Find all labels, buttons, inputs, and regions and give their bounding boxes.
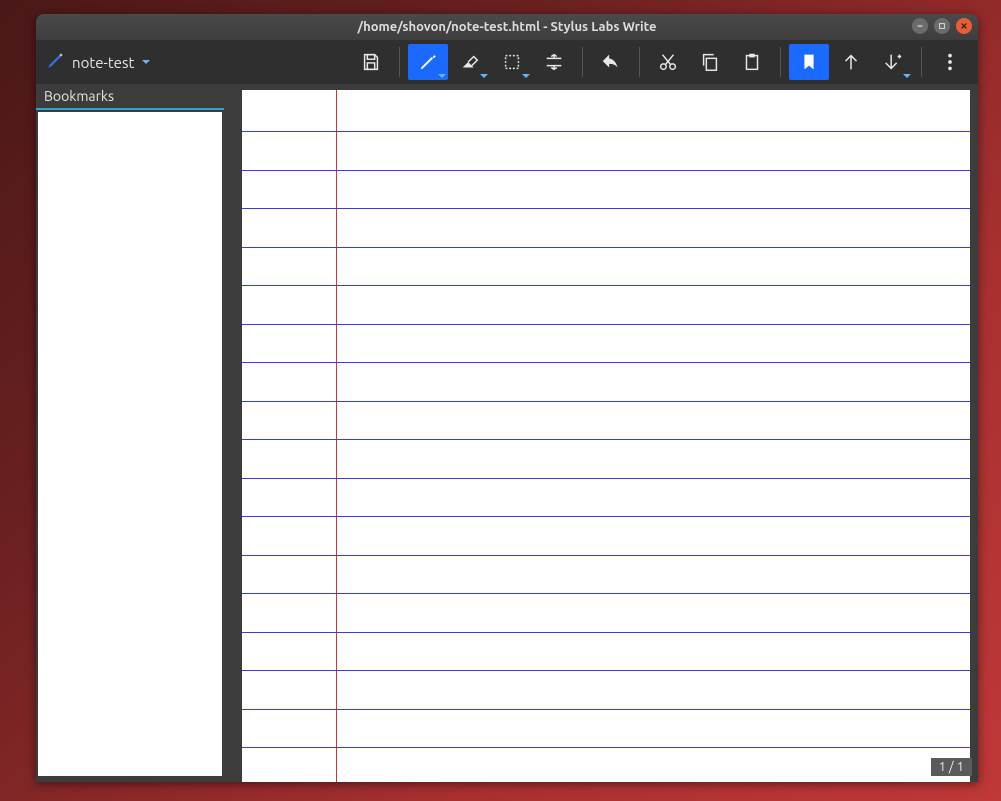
- rule-line: [242, 247, 970, 248]
- chevron-down-icon: [522, 74, 530, 78]
- page-indicator[interactable]: 1 / 1: [931, 758, 972, 776]
- rule-line: [242, 593, 970, 594]
- sidebar-header: Bookmarks: [36, 86, 224, 110]
- page-current: 1: [939, 760, 946, 774]
- insert-space-icon: [543, 51, 565, 73]
- document-title-area[interactable]: note-test: [44, 50, 150, 74]
- undo-icon: [600, 51, 622, 73]
- select-icon: [501, 51, 523, 73]
- undo-button[interactable]: [591, 44, 631, 80]
- rule-line: [242, 208, 970, 209]
- bookmarks-list[interactable]: [38, 112, 222, 776]
- paste-button[interactable]: [732, 44, 772, 80]
- rule-line: [242, 709, 970, 710]
- kebab-menu-icon: [939, 51, 961, 73]
- pen-icon: [417, 51, 439, 73]
- chevron-down-icon: [438, 74, 446, 78]
- rule-line: [242, 478, 970, 479]
- sidebar: Bookmarks: [36, 84, 224, 782]
- rule-line: [242, 516, 970, 517]
- document-name: note-test: [72, 54, 134, 71]
- cut-icon: [657, 51, 679, 73]
- page-total: 1: [957, 760, 964, 774]
- chevron-down-icon: [903, 74, 911, 78]
- copy-button[interactable]: [690, 44, 730, 80]
- select-tool-button[interactable]: [492, 44, 532, 80]
- rule-line: [242, 555, 970, 556]
- close-button[interactable]: [956, 18, 972, 34]
- bookmark-button[interactable]: [789, 44, 829, 80]
- cut-button[interactable]: [648, 44, 688, 80]
- next-page-button[interactable]: [873, 44, 913, 80]
- rule-line: [242, 285, 970, 286]
- eraser-tool-button[interactable]: [450, 44, 490, 80]
- paste-icon: [741, 51, 763, 73]
- insert-space-button[interactable]: [534, 44, 574, 80]
- rule-line: [242, 670, 970, 671]
- save-button[interactable]: [351, 44, 391, 80]
- bookmark-icon: [798, 51, 820, 73]
- rule-line: [242, 362, 970, 363]
- rule-line: [242, 439, 970, 440]
- minimize-button[interactable]: [912, 18, 928, 34]
- arrow-down-plus-icon: [882, 51, 904, 73]
- window-title: /home/shovon/note-test.html - Stylus Lab…: [357, 20, 656, 34]
- rule-line: [242, 324, 970, 325]
- canvas-area: 1 / 1: [224, 84, 978, 782]
- toolbar: note-test: [36, 40, 978, 84]
- chevron-down-icon: [142, 60, 150, 64]
- prev-page-button[interactable]: [831, 44, 871, 80]
- rule-line: [242, 170, 970, 171]
- body-area: Bookmarks 1 / 1: [36, 84, 978, 782]
- rule-line: [242, 401, 970, 402]
- menu-button[interactable]: [930, 44, 970, 80]
- rule-line: [242, 747, 970, 748]
- toolbar-separator: [399, 47, 400, 77]
- copy-icon: [699, 51, 721, 73]
- titlebar[interactable]: /home/shovon/note-test.html - Stylus Lab…: [36, 14, 978, 40]
- toolbar-separator: [780, 47, 781, 77]
- toolbar-separator: [582, 47, 583, 77]
- pen-tool-button[interactable]: [408, 44, 448, 80]
- margin-line: [336, 90, 337, 782]
- window-controls: [912, 18, 972, 34]
- maximize-button[interactable]: [934, 18, 950, 34]
- toolbar-separator: [639, 47, 640, 77]
- eraser-icon: [459, 51, 481, 73]
- chevron-down-icon: [480, 74, 488, 78]
- toolbar-separator: [921, 47, 922, 77]
- save-icon: [360, 51, 382, 73]
- rule-line: [242, 131, 970, 132]
- pencil-icon: [46, 50, 66, 74]
- app-window: /home/shovon/note-test.html - Stylus Lab…: [36, 14, 978, 782]
- rule-line: [242, 632, 970, 633]
- arrow-up-icon: [840, 51, 862, 73]
- page-canvas[interactable]: [242, 90, 970, 782]
